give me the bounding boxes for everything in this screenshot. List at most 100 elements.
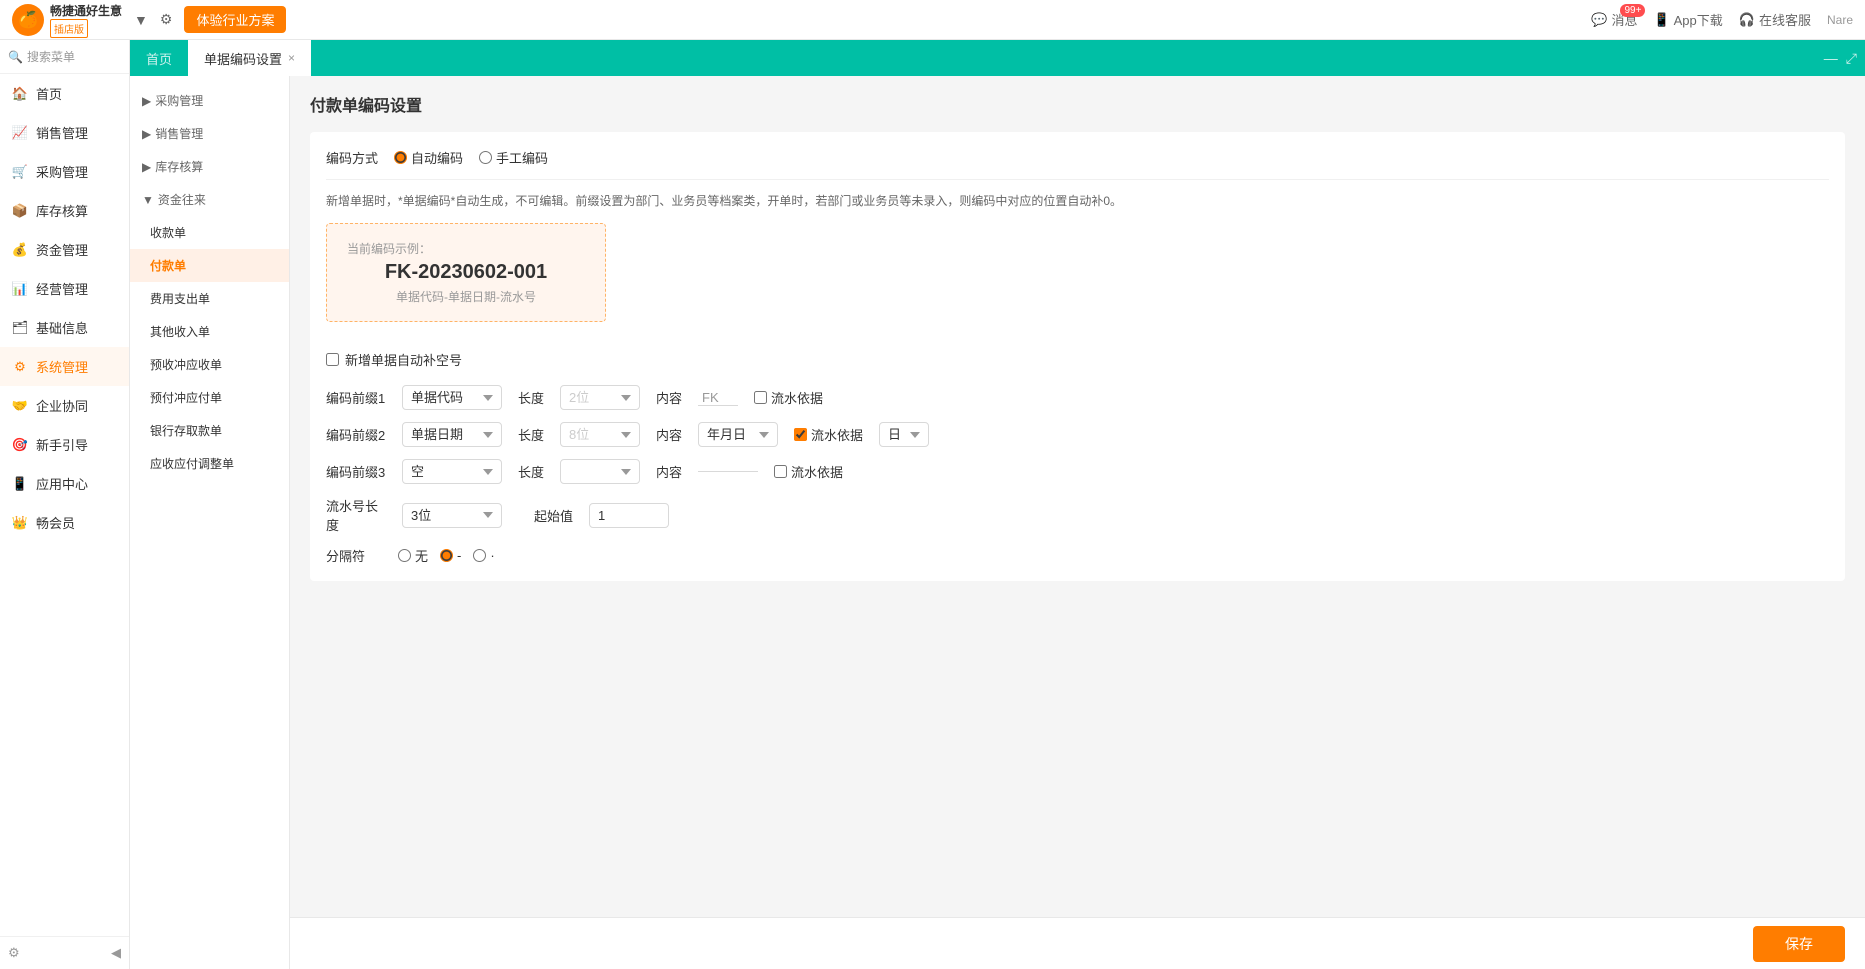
sidebar-item-guide[interactable]: 🎯 新手引导 (0, 425, 129, 464)
encoding-type-label: 编码方式 (326, 148, 378, 167)
serial2-input[interactable] (794, 428, 807, 441)
content2-select[interactable]: 年月日 (698, 422, 778, 447)
window-maximize-icon[interactable]: ⤢ (1846, 50, 1857, 67)
serial-length-select[interactable]: 3位 (402, 503, 502, 528)
manual-encoding-radio[interactable]: 手工编码 (479, 148, 548, 167)
save-button[interactable]: 保存 (1753, 926, 1845, 962)
serial1-input[interactable] (754, 391, 767, 404)
submenu-item-payment[interactable]: 付款单 (130, 249, 289, 282)
submenu-item-bank[interactable]: 银行存取款单 (130, 414, 289, 447)
radio-group-encoding: 自动编码 手工编码 (394, 148, 548, 167)
sep-none-input[interactable] (398, 549, 411, 562)
chevron-right-icon: ▶ (142, 94, 151, 108)
sidebar-search[interactable]: 🔍 搜索菜单 (0, 40, 129, 74)
tab-close-icon[interactable]: × (288, 51, 295, 65)
manual-encoding-label: 手工编码 (496, 148, 548, 167)
example-code: FK-20230602-001 (347, 261, 585, 284)
sidebar-settings-icon[interactable]: ⚙ (8, 945, 20, 961)
prefix2-row: 编码前缀2 单据日期 长度 8位 内容 年月日 (326, 422, 1829, 447)
window-minimize-icon[interactable]: — (1824, 50, 1838, 66)
submenu-item-adjust[interactable]: 应收应付调整单 (130, 447, 289, 480)
settings-icon[interactable]: ⚙ (160, 11, 173, 28)
submenu-item-other-income[interactable]: 其他收入单 (130, 315, 289, 348)
app-download-label: App下载 (1674, 10, 1723, 29)
content1-label: 内容 (656, 388, 682, 407)
manual-encoding-input[interactable] (479, 151, 492, 164)
sep-none-radio[interactable]: 无 (398, 546, 428, 565)
sep-dot-input[interactable] (473, 549, 486, 562)
serial2-period-select[interactable]: 日 (879, 422, 929, 447)
submenu-group-sales: ▶ 销售管理 (130, 117, 289, 150)
bottom-bar: 保存 (290, 917, 1865, 969)
search-icon: 🔍 (8, 50, 23, 64)
submenu-item-receipt[interactable]: 收款单 (130, 216, 289, 249)
serial1-label: 流水依据 (771, 388, 823, 407)
online-service-button[interactable]: 🎧 在线客服 (1739, 10, 1811, 29)
tab-encoding-settings[interactable]: 单据编码设置 × (188, 40, 311, 76)
start-value-input[interactable] (589, 503, 669, 528)
sidebar-item-label: 销售管理 (36, 123, 88, 142)
sidebar-item-label: 基础信息 (36, 318, 88, 337)
serial3-input[interactable] (774, 465, 787, 478)
appstore-icon: 📱 (12, 476, 28, 492)
prefix3-select[interactable]: 空 (402, 459, 502, 484)
sidebar-item-basic[interactable]: 🗂 基础信息 (0, 308, 129, 347)
length2-select[interactable]: 8位 (560, 422, 640, 447)
sidebar-item-system[interactable]: ⚙ 系统管理 (0, 347, 129, 386)
content3-value (698, 471, 758, 472)
sidebar-item-inventory[interactable]: 📦 库存核算 (0, 191, 129, 230)
sidebar-item-enterprise[interactable]: 🤝 企业协同 (0, 386, 129, 425)
submenu-item-expense[interactable]: 费用支出单 (130, 282, 289, 315)
prefix2-select[interactable]: 单据日期 (402, 422, 502, 447)
serial1-checkbox[interactable]: 流水依据 (754, 388, 823, 407)
app-download-button[interactable]: 📱 App下载 (1653, 10, 1722, 29)
message-button[interactable]: 💬 消息 99+ (1591, 10, 1637, 29)
sidebar-item-home[interactable]: 🏠 首页 (0, 74, 129, 113)
sidebar-item-operation[interactable]: 📊 经营管理 (0, 269, 129, 308)
content2-label: 内容 (656, 425, 682, 444)
prefix1-select[interactable]: 单据代码 (402, 385, 502, 410)
sidebar-item-appstore[interactable]: 📱 应用中心 (0, 464, 129, 503)
guide-icon: 🎯 (12, 437, 28, 453)
submenu-item-prepaid-ar[interactable]: 预收冲应收单 (130, 348, 289, 381)
serial3-label: 流水依据 (791, 462, 843, 481)
tab-bar-actions: — ⤢ (1824, 50, 1865, 67)
sep-dash-input[interactable] (440, 549, 453, 562)
top-bar-right: 💬 消息 99+ 📱 App下载 🎧 在线客服 Nare (1591, 10, 1853, 29)
sidebar-item-purchase[interactable]: 🛒 采购管理 (0, 152, 129, 191)
auto-fill-label: 新增单据自动补空号 (345, 350, 462, 369)
auto-fill-checkbox[interactable] (326, 353, 339, 366)
example-box: 当前编码示例： FK-20230602-001 单据代码-单据日期-流水号 (326, 223, 606, 322)
submenu-header-sales[interactable]: ▶ 销售管理 (130, 117, 289, 150)
purchase-icon: 🛒 (12, 164, 28, 180)
serial3-checkbox[interactable]: 流水依据 (774, 462, 843, 481)
sidebar-bottom: ⚙ ◀ (0, 936, 129, 969)
info-text: 新增单据时，*单据编码*自动生成，不可编辑。前缀设置为部门、业务员等档案类，开单… (326, 192, 1829, 211)
submenu-header-purchase[interactable]: ▶ 采购管理 (130, 84, 289, 117)
tab-home[interactable]: 首页 (130, 40, 188, 76)
sep-dot-radio[interactable]: · (473, 548, 494, 563)
auto-encoding-input[interactable] (394, 151, 407, 164)
promo-button[interactable]: 体验行业方案 (184, 6, 286, 33)
serial2-checkbox[interactable]: 流水依据 (794, 425, 863, 444)
sep-dash-radio[interactable]: - (440, 548, 461, 563)
sidebar-item-sales[interactable]: 📈 销售管理 (0, 113, 129, 152)
content-wrapper: 首页 单据编码设置 × — ⤢ ▶ 采购管理 (130, 40, 1865, 969)
dropdown-arrow[interactable]: ▼ (134, 12, 148, 28)
main-right: 付款单编码设置 编码方式 自动编码 (290, 76, 1865, 969)
submenu-header-fund[interactable]: ▼ 资金往来 (130, 183, 289, 216)
example-wrapper: 当前编码示例： FK-20230602-001 单据代码-单据日期-流水号 (326, 223, 1829, 338)
page-title: 付款单编码设置 (310, 92, 1845, 116)
encoding-type-row: 编码方式 自动编码 手工编码 (326, 148, 1829, 180)
submenu-label: 库存核算 (155, 158, 203, 175)
sidebar-item-member[interactable]: 👑 畅会员 (0, 503, 129, 542)
enterprise-icon: 🤝 (12, 398, 28, 414)
submenu-header-inventory[interactable]: ▶ 库存核算 (130, 150, 289, 183)
sidebar-collapse-icon[interactable]: ◀ (111, 945, 121, 961)
sidebar-item-finance[interactable]: 💰 资金管理 (0, 230, 129, 269)
auto-encoding-radio[interactable]: 自动编码 (394, 148, 463, 167)
submenu-item-prepaid-ap[interactable]: 预付冲应付单 (130, 381, 289, 414)
length1-select[interactable]: 2位 (560, 385, 640, 410)
length3-select[interactable] (560, 459, 640, 484)
user-info[interactable]: Nare (1827, 13, 1853, 27)
